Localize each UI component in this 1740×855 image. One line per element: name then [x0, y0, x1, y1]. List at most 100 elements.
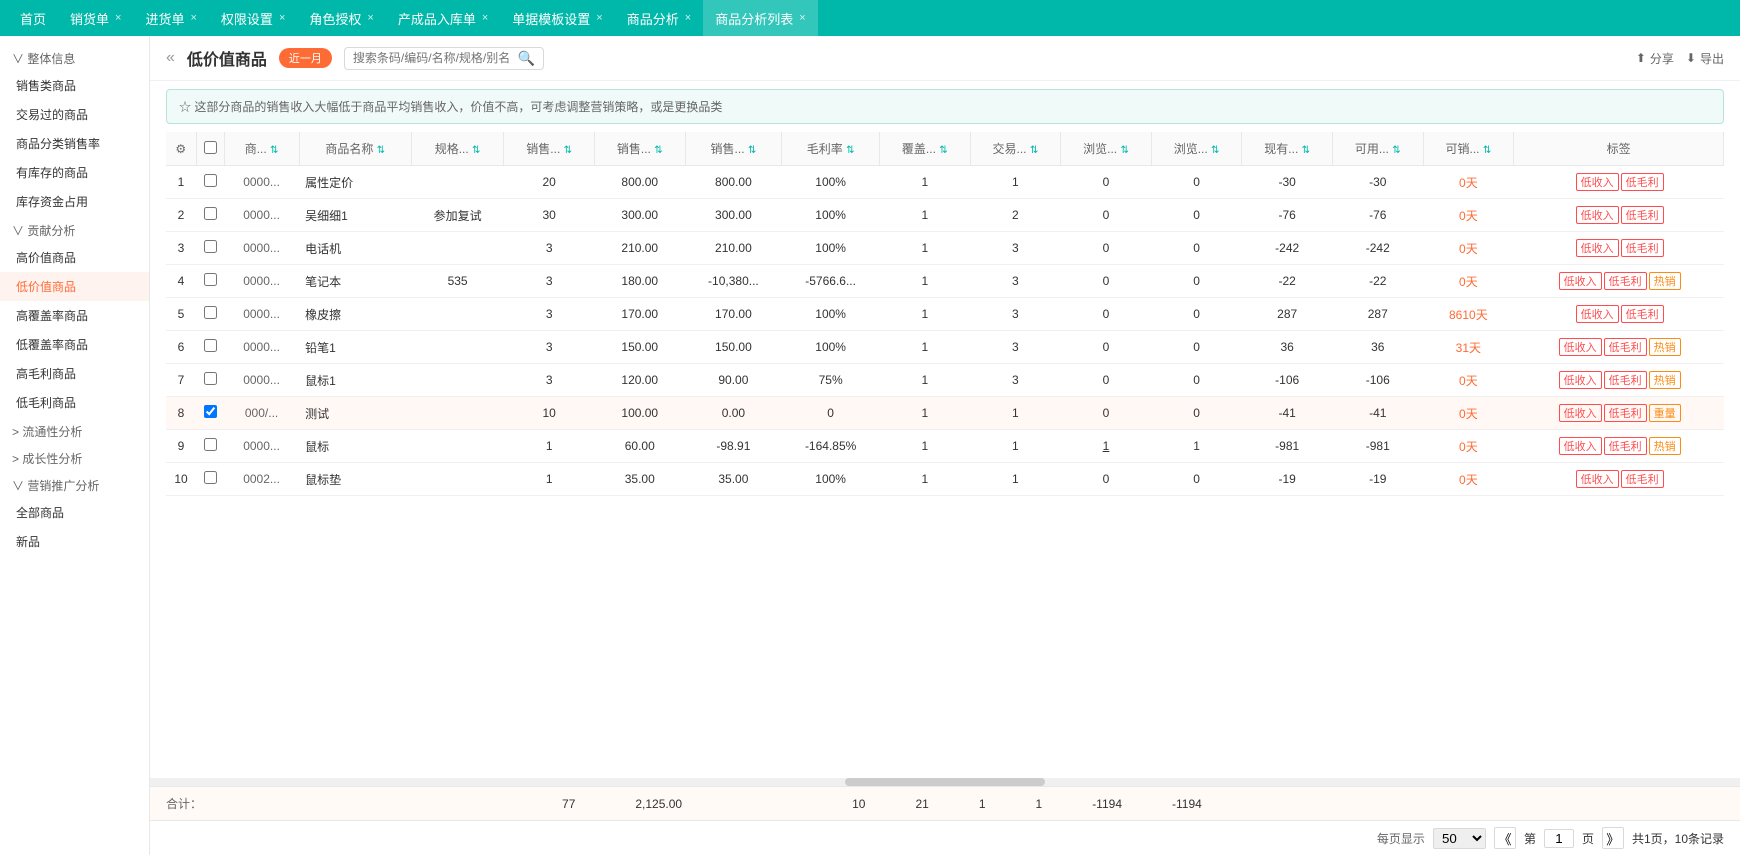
row-checkbox[interactable]: [196, 364, 224, 397]
col-sale-days[interactable]: 可销... ⇅: [1423, 132, 1514, 166]
row-select-checkbox[interactable]: [204, 174, 217, 187]
sidebar-item-category-sales-rate[interactable]: 商品分类销售率: [0, 129, 149, 158]
sidebar-item-low-coverage[interactable]: 低覆盖率商品: [0, 330, 149, 359]
col-checkbox[interactable]: [196, 132, 224, 166]
nav-product-analysis[interactable]: 商品分析 ×: [615, 0, 703, 36]
search-input[interactable]: [353, 51, 514, 65]
page-size-select[interactable]: 50 100 200: [1433, 828, 1486, 849]
sidebar-item-low-margin[interactable]: 低毛利商品: [0, 388, 149, 417]
close-icon[interactable]: ×: [115, 12, 121, 24]
row-view1[interactable]: 0: [1061, 199, 1152, 232]
sidebar-item-low-value[interactable]: 低价值商品: [0, 272, 149, 301]
row-select-checkbox[interactable]: [204, 306, 217, 319]
row-checkbox[interactable]: [196, 331, 224, 364]
export-button[interactable]: ⬇ 导出: [1686, 50, 1724, 67]
sidebar-group-growth[interactable]: > 成长性分析: [0, 444, 149, 471]
col-stock[interactable]: 现有... ⇅: [1242, 132, 1333, 166]
col-qty[interactable]: 销售... ⇅: [504, 132, 595, 166]
row-select-checkbox[interactable]: [204, 471, 217, 484]
row-view1[interactable]: 0: [1061, 298, 1152, 331]
select-all-checkbox[interactable]: [204, 141, 217, 154]
col-settings[interactable]: ⚙: [166, 132, 196, 166]
sidebar-item-high-margin[interactable]: 高毛利商品: [0, 359, 149, 388]
sidebar-group-overall[interactable]: ∨ 整体信息: [0, 44, 149, 71]
col-coverage[interactable]: 覆盖... ⇅: [880, 132, 971, 166]
row-checkbox[interactable]: [196, 430, 224, 463]
col-margin[interactable]: 毛利率 ⇅: [782, 132, 880, 166]
col-tags[interactable]: 标签: [1514, 132, 1724, 166]
search-icon[interactable]: 🔍: [517, 50, 534, 67]
row-select-checkbox[interactable]: [204, 207, 217, 220]
col-code[interactable]: 商... ⇅: [224, 132, 299, 166]
row-view1[interactable]: 0: [1061, 166, 1152, 199]
sidebar-item-all-products[interactable]: 全部商品: [0, 498, 149, 527]
row-checkbox[interactable]: [196, 397, 224, 430]
row-no: 1: [166, 166, 196, 199]
sidebar-item-stock-products[interactable]: 有库存的商品: [0, 158, 149, 187]
row-spec: [411, 298, 504, 331]
close-icon[interactable]: ×: [279, 12, 285, 24]
close-icon[interactable]: ×: [367, 12, 373, 24]
row-select-checkbox[interactable]: [204, 372, 217, 385]
row-checkbox[interactable]: [196, 232, 224, 265]
row-view1[interactable]: 0: [1061, 463, 1152, 496]
col-avail[interactable]: 可用... ⇅: [1332, 132, 1423, 166]
sidebar-item-new-products[interactable]: 新品: [0, 527, 149, 556]
row-select-checkbox[interactable]: [204, 405, 217, 418]
prev-page-btn[interactable]: 《: [1494, 827, 1516, 849]
row-price: 800.00: [594, 166, 685, 199]
scrollbar-thumb[interactable]: [845, 778, 1045, 786]
close-icon[interactable]: ×: [596, 12, 602, 24]
row-view1[interactable]: 0: [1061, 364, 1152, 397]
nav-sales-order[interactable]: 销货单 ×: [58, 0, 133, 36]
sidebar-item-stock-capital[interactable]: 库存资金占用: [0, 187, 149, 216]
row-view1[interactable]: 0: [1061, 397, 1152, 430]
row-checkbox[interactable]: [196, 199, 224, 232]
row-select-checkbox[interactable]: [204, 438, 217, 451]
sidebar-item-sales-products[interactable]: 销售类商品: [0, 71, 149, 100]
sidebar-group-contribution[interactable]: ∨ 贡献分析: [0, 216, 149, 243]
row-checkbox[interactable]: [196, 166, 224, 199]
row-view1[interactable]: 0: [1061, 265, 1152, 298]
close-icon[interactable]: ×: [190, 12, 196, 24]
row-select-checkbox[interactable]: [204, 273, 217, 286]
close-icon[interactable]: ×: [482, 12, 488, 24]
row-select-checkbox[interactable]: [204, 339, 217, 352]
filter-recent-month[interactable]: 近一月: [279, 48, 332, 68]
horizontal-scrollbar[interactable]: [150, 778, 1740, 786]
col-view1[interactable]: 浏览... ⇅: [1061, 132, 1152, 166]
row-checkbox[interactable]: [196, 265, 224, 298]
sidebar-item-high-coverage[interactable]: 高覆盖率商品: [0, 301, 149, 330]
row-coverage: 1: [880, 331, 971, 364]
page-input[interactable]: [1544, 829, 1574, 848]
sidebar-item-traded-products[interactable]: 交易过的商品: [0, 100, 149, 129]
close-icon[interactable]: ×: [685, 12, 691, 24]
row-view1[interactable]: 1: [1061, 430, 1152, 463]
row-view1[interactable]: 0: [1061, 331, 1152, 364]
nav-product-inbound[interactable]: 产成品入库单 ×: [386, 0, 500, 36]
row-view1[interactable]: 0: [1061, 232, 1152, 265]
col-name[interactable]: 商品名称 ⇅: [299, 132, 411, 166]
sidebar-group-marketing[interactable]: ∨ 营销推广分析: [0, 471, 149, 498]
col-spec[interactable]: 规格... ⇅: [411, 132, 504, 166]
collapse-sidebar-btn[interactable]: «: [166, 49, 175, 67]
close-icon[interactable]: ×: [799, 12, 805, 24]
sidebar-item-high-value[interactable]: 高价值商品: [0, 243, 149, 272]
nav-purchase-order[interactable]: 进货单 ×: [133, 0, 208, 36]
nav-template-settings[interactable]: 单据模板设置 ×: [500, 0, 614, 36]
col-trade[interactable]: 交易... ⇅: [970, 132, 1061, 166]
next-page-btn[interactable]: 》: [1602, 827, 1624, 849]
col-price[interactable]: 销售... ⇅: [594, 132, 685, 166]
nav-home[interactable]: 首页: [8, 0, 58, 36]
nav-auth-settings[interactable]: 权限设置 ×: [209, 0, 297, 36]
row-checkbox[interactable]: [196, 463, 224, 496]
share-button[interactable]: ⬆ 分享: [1636, 50, 1674, 67]
table-container[interactable]: ⚙ 商... ⇅ 商品名称 ⇅ 规格... ⇅ 销售... ⇅ 销售... ⇅ …: [150, 132, 1740, 778]
col-amount[interactable]: 销售... ⇅: [685, 132, 782, 166]
row-select-checkbox[interactable]: [204, 240, 217, 253]
col-view2[interactable]: 浏览... ⇅: [1151, 132, 1242, 166]
sidebar-group-liquidity[interactable]: > 流通性分析: [0, 417, 149, 444]
nav-role-auth[interactable]: 角色授权 ×: [297, 0, 385, 36]
nav-product-analysis-list[interactable]: 商品分析列表 ×: [703, 0, 817, 36]
row-checkbox[interactable]: [196, 298, 224, 331]
